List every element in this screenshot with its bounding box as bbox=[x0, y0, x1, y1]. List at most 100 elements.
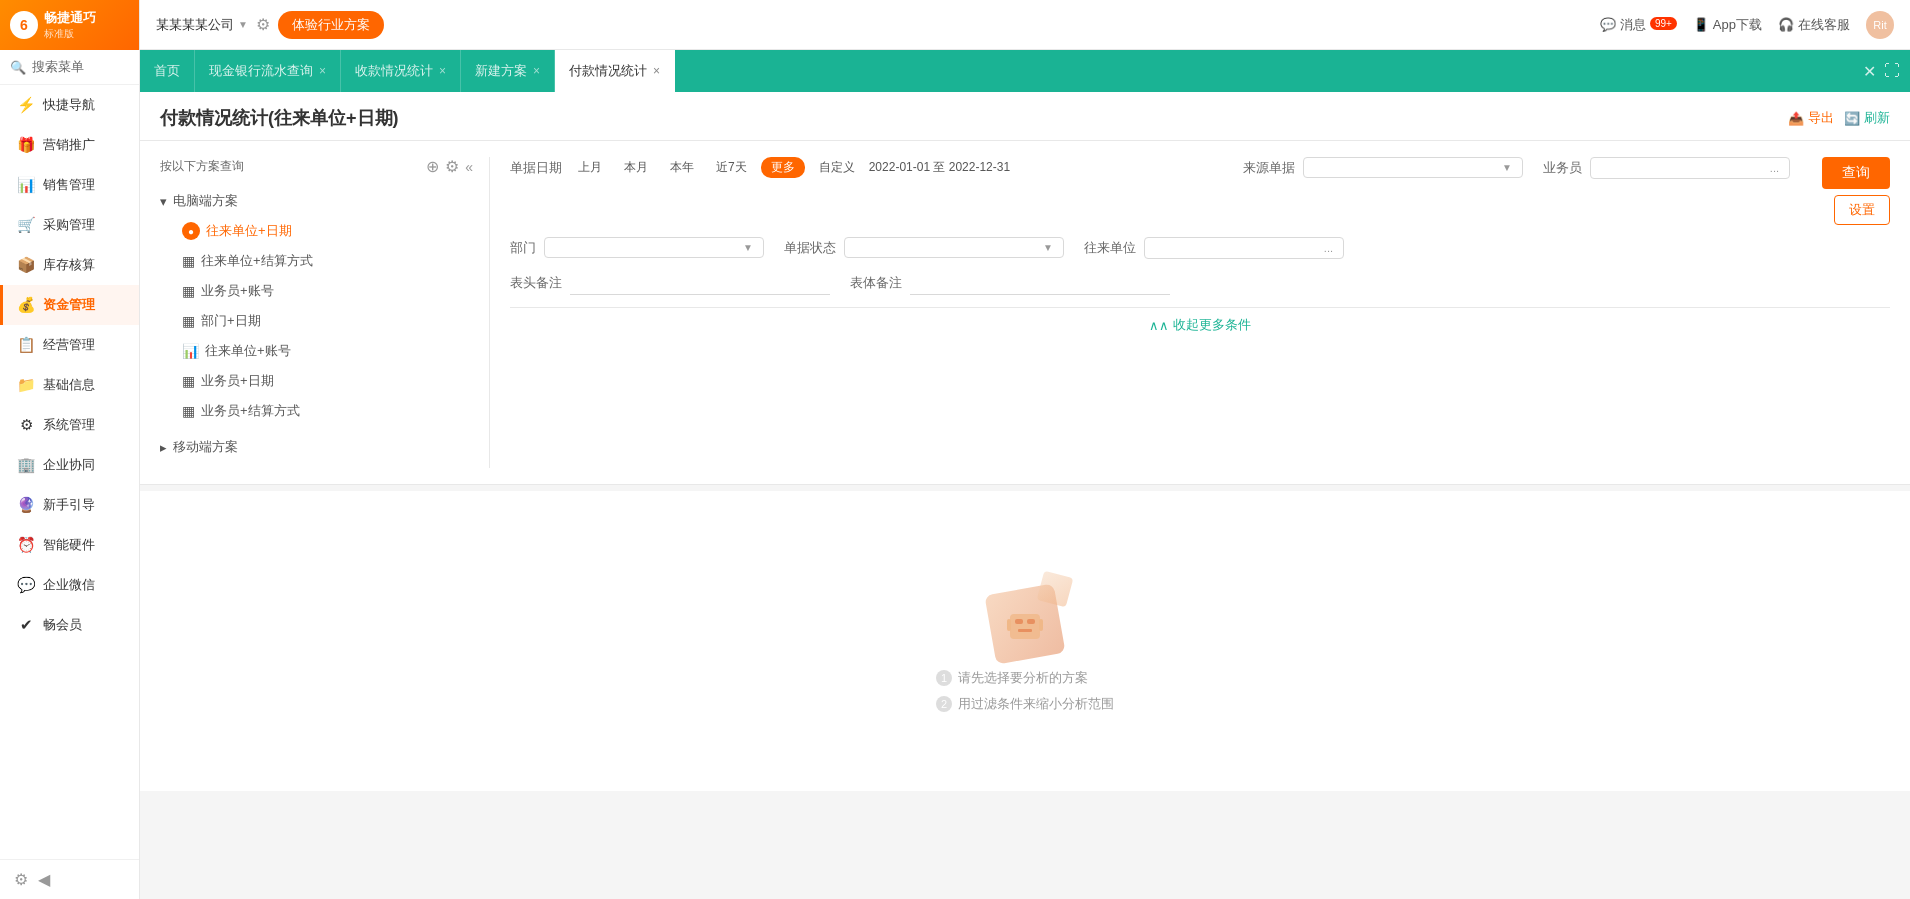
date-opt-last-7[interactable]: 近7天 bbox=[708, 157, 755, 178]
scheme-item-icon: ▦ bbox=[182, 403, 195, 419]
sidebar-item-operation[interactable]: 📋 经营管理 bbox=[0, 325, 139, 365]
sidebar-item-label: 销售管理 bbox=[43, 176, 95, 194]
sidebar-item-label: 快捷导航 bbox=[43, 96, 95, 114]
scheme-item-unit-date[interactable]: ● 往来单位+日期 bbox=[174, 216, 473, 246]
filter-fields: 单据日期 上月 本月 本年 近7天 更多 自定义 2022-01-01 至 20… bbox=[490, 157, 1890, 468]
scheme-item-label: 部门+日期 bbox=[201, 312, 261, 330]
filter-date-field: 单据日期 上月 本月 本年 近7天 更多 自定义 2022-01-01 至 20… bbox=[510, 157, 1010, 178]
staff-select[interactable]: ... bbox=[1590, 157, 1790, 179]
filter-row-1: 单据日期 上月 本月 本年 近7天 更多 自定义 2022-01-01 至 20… bbox=[510, 157, 1890, 225]
scheme-item-icon: ▦ bbox=[182, 373, 195, 389]
unit-label: 往来单位 bbox=[1084, 239, 1136, 257]
filter-header-note-field: 表头备注 bbox=[510, 271, 830, 295]
tab-receipts[interactable]: 收款情况统计 × bbox=[341, 50, 461, 92]
dept-select[interactable]: ▼ bbox=[544, 237, 764, 258]
sidebar-item-label: 营销推广 bbox=[43, 136, 95, 154]
tab-new-scheme-close[interactable]: × bbox=[533, 64, 540, 78]
sidebar-item-hardware[interactable]: ⏰ 智能硬件 bbox=[0, 525, 139, 565]
sidebar-item-label: 库存核算 bbox=[43, 256, 95, 274]
sidebar-item-basic-info[interactable]: 📁 基础信息 bbox=[0, 365, 139, 405]
user-avatar[interactable]: Rit bbox=[1866, 11, 1894, 39]
refresh-button[interactable]: 🔄 刷新 bbox=[1844, 109, 1890, 127]
scheme-section-mobile-header[interactable]: ▸ 移动端方案 bbox=[160, 432, 473, 462]
sidebar-item-finance[interactable]: 💰 资金管理 bbox=[0, 285, 139, 325]
scheme-collapse-btn[interactable]: « bbox=[465, 159, 473, 175]
trial-button[interactable]: 体验行业方案 bbox=[278, 11, 384, 39]
guide-icon: 🔮 bbox=[17, 496, 35, 514]
body-note-input[interactable] bbox=[910, 271, 1170, 295]
scheme-item-label: 业务员+日期 bbox=[201, 372, 274, 390]
sidebar-item-enterprise[interactable]: 🏢 企业协同 bbox=[0, 445, 139, 485]
sidebar-collapse-btn[interactable]: ◀ bbox=[38, 870, 50, 889]
app-version: 标准版 bbox=[44, 27, 96, 41]
sidebar-item-sales[interactable]: 📊 销售管理 bbox=[0, 165, 139, 205]
app-download-btn[interactable]: 📱 App下载 bbox=[1693, 16, 1762, 34]
tab-home[interactable]: 首页 bbox=[140, 50, 195, 92]
chevron-down-icon: ▼ bbox=[743, 242, 753, 253]
scheme-add-btn[interactable]: ⊕ bbox=[426, 157, 439, 176]
scheme-section-desktop-header[interactable]: ▾ 电脑端方案 bbox=[160, 186, 473, 216]
chevron-up-icon: ∧∧ bbox=[1149, 318, 1169, 333]
unit-select[interactable]: ... bbox=[1144, 237, 1344, 259]
date-opt-this-month[interactable]: 本月 bbox=[616, 157, 656, 178]
scheme-item-staff-settlement[interactable]: ▦ 业务员+结算方式 bbox=[174, 396, 473, 426]
tab-new-scheme[interactable]: 新建方案 × bbox=[461, 50, 555, 92]
message-badge: 99+ bbox=[1650, 17, 1677, 30]
settings-button[interactable]: 设置 bbox=[1834, 195, 1890, 225]
sidebar-item-guide[interactable]: 🔮 新手引导 bbox=[0, 485, 139, 525]
export-button[interactable]: 📤 导出 bbox=[1788, 109, 1834, 127]
sidebar-item-wechat[interactable]: 💬 企业微信 bbox=[0, 565, 139, 605]
tab-payments[interactable]: 付款情况统计 × bbox=[555, 50, 675, 92]
scheme-item-staff-account[interactable]: ▦ 业务员+账号 bbox=[174, 276, 473, 306]
tabbar-expand-btn[interactable]: ⛶ bbox=[1884, 62, 1900, 80]
sidebar-settings-btn[interactable]: ⚙ bbox=[14, 870, 28, 889]
phone-icon: 📱 bbox=[1693, 17, 1709, 32]
scheme-settings-btn[interactable]: ⚙ bbox=[445, 157, 459, 176]
date-opt-custom[interactable]: 自定义 bbox=[811, 157, 863, 178]
topbar-settings-btn[interactable]: ⚙ bbox=[256, 15, 270, 34]
search-menu[interactable]: 🔍 搜索菜单 bbox=[0, 50, 139, 85]
scheme-item-chart-icon: 📊 bbox=[182, 343, 199, 359]
tab-cashflow[interactable]: 现金银行流水查询 × bbox=[195, 50, 341, 92]
sidebar-item-system[interactable]: ⚙ 系统管理 bbox=[0, 405, 139, 445]
sidebar-item-quick-nav[interactable]: ⚡ 快捷导航 bbox=[0, 85, 139, 125]
refresh-icon: 🔄 bbox=[1844, 111, 1860, 126]
message-btn[interactable]: 💬 消息 99+ bbox=[1600, 16, 1677, 34]
sidebar-item-purchase[interactable]: 🛒 采购管理 bbox=[0, 205, 139, 245]
sidebar-item-member[interactable]: ✔ 畅会员 bbox=[0, 605, 139, 645]
scheme-item-dept-date[interactable]: ▦ 部门+日期 bbox=[174, 306, 473, 336]
scheme-item-staff-date[interactable]: ▦ 业务员+日期 bbox=[174, 366, 473, 396]
tab-receipts-close[interactable]: × bbox=[439, 64, 446, 78]
tab-cashflow-close[interactable]: × bbox=[319, 64, 326, 78]
scheme-item-unit-account[interactable]: 📊 往来单位+账号 bbox=[174, 336, 473, 366]
query-button[interactable]: 查询 bbox=[1822, 157, 1890, 189]
scheme-desktop-list: ● 往来单位+日期 ▦ 往来单位+结算方式 ▦ 业务员+账号 ▦ bbox=[160, 216, 473, 426]
tabbar-close-btn[interactable]: ✕ bbox=[1863, 62, 1876, 81]
date-opt-more[interactable]: 更多 bbox=[761, 157, 805, 178]
date-opt-this-year[interactable]: 本年 bbox=[662, 157, 702, 178]
scheme-section-mobile-label: 移动端方案 bbox=[173, 438, 238, 456]
online-service-btn[interactable]: 🎧 在线客服 bbox=[1778, 16, 1850, 34]
sidebar-item-inventory[interactable]: 📦 库存核算 bbox=[0, 245, 139, 285]
tab-payments-close[interactable]: × bbox=[653, 64, 660, 78]
sidebar-item-label: 新手引导 bbox=[43, 496, 95, 514]
scheme-section-desktop: ▾ 电脑端方案 ● 往来单位+日期 ▦ 往来单位+结算方式 ▦ bbox=[160, 186, 473, 426]
filter-unit-field: 往来单位 ... bbox=[1084, 237, 1890, 259]
date-opt-last-month[interactable]: 上月 bbox=[570, 157, 610, 178]
chevron-down-icon: ▾ bbox=[160, 194, 167, 209]
empty-hints: 1 请先选择要分析的方案 2 用过滤条件来缩小分析范围 bbox=[936, 669, 1114, 713]
filter-staff-field: 业务员 ... bbox=[1543, 157, 1790, 179]
header-note-input[interactable] bbox=[570, 271, 830, 295]
company-selector[interactable]: 某某某某公司 ▼ bbox=[156, 16, 248, 34]
collapse-more-btn[interactable]: ∧∧ 收起更多条件 bbox=[1149, 308, 1251, 342]
sidebar: 6 畅捷通巧 标准版 🔍 搜索菜单 ⚡ 快捷导航 🎁 营销推广 📊 销售管理 🛒… bbox=[0, 0, 140, 899]
sidebar-footer: ⚙ ◀ bbox=[0, 859, 139, 899]
empty-robot-icon bbox=[1000, 599, 1050, 649]
source-label: 来源单据 bbox=[1243, 159, 1295, 177]
scheme-item-label: 往来单位+结算方式 bbox=[201, 252, 313, 270]
sidebar-item-marketing[interactable]: 🎁 营销推广 bbox=[0, 125, 139, 165]
scheme-item-unit-settlement[interactable]: ▦ 往来单位+结算方式 bbox=[174, 246, 473, 276]
status-select[interactable]: ▼ bbox=[844, 237, 1064, 258]
source-select[interactable]: ▼ bbox=[1303, 157, 1523, 178]
date-range-text[interactable]: 2022-01-01 至 2022-12-31 bbox=[869, 159, 1010, 176]
